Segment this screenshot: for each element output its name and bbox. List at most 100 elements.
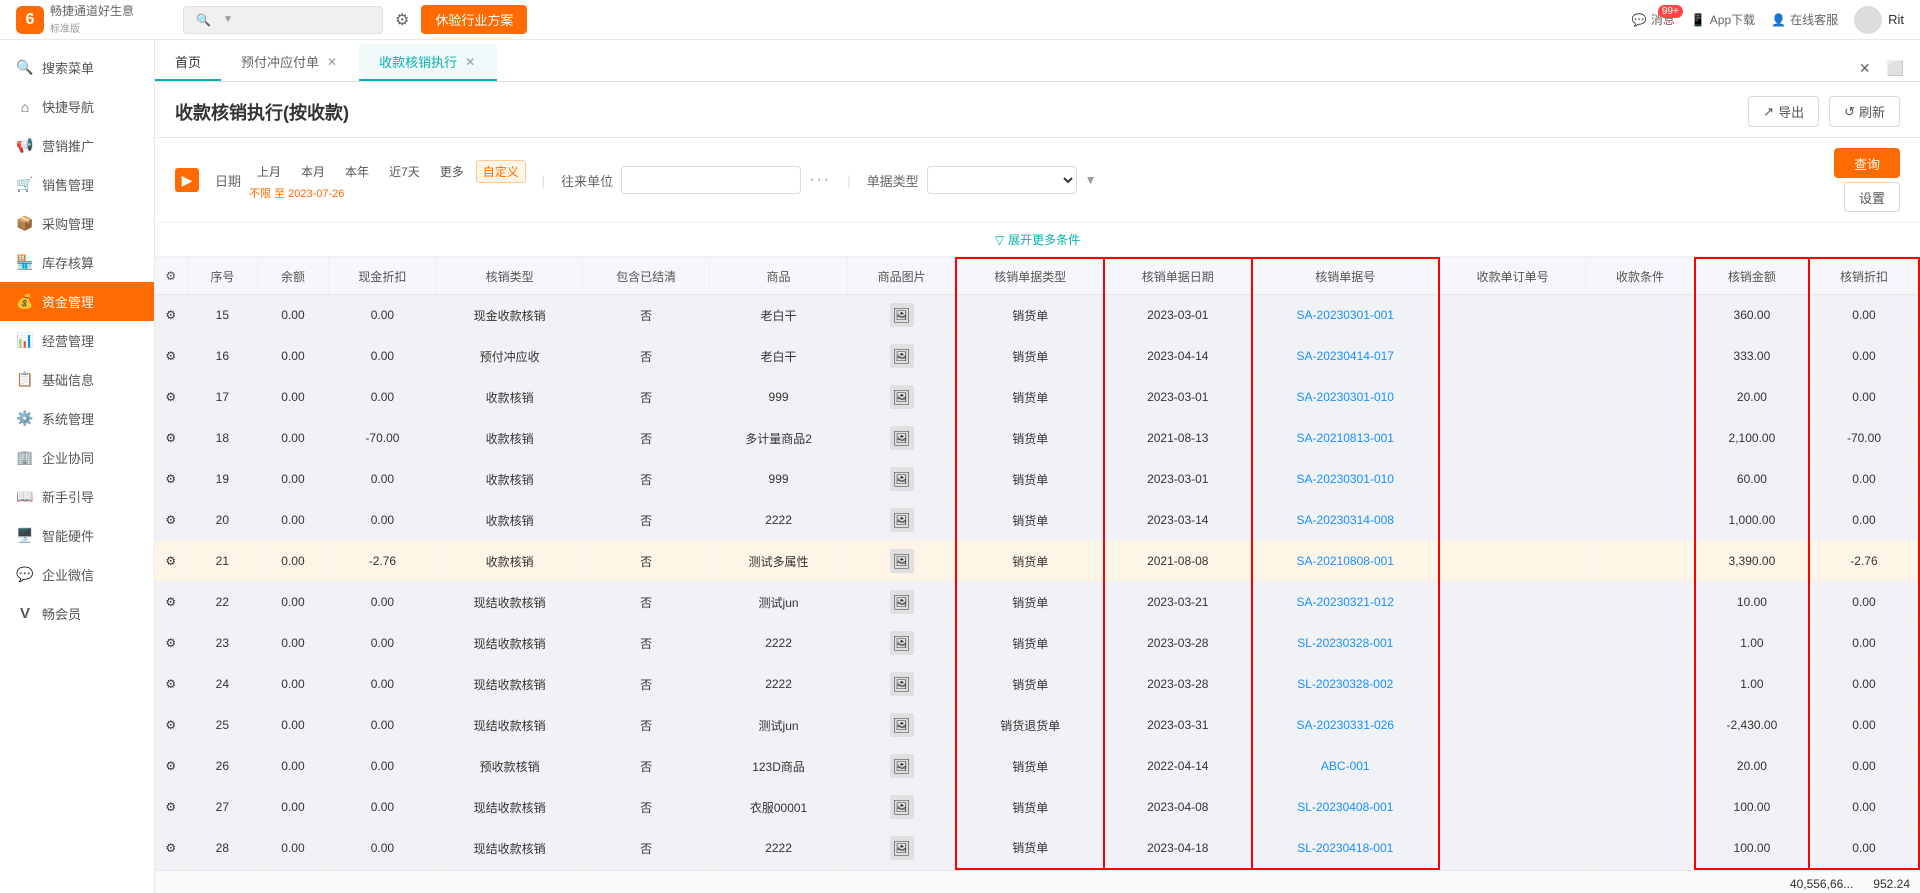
tab-home[interactable]: 首页 [155, 44, 221, 81]
industry-button[interactable]: 休验行业方案 [421, 5, 527, 34]
tab-receivable[interactable]: 收款核销执行 ✕ [359, 44, 497, 81]
sidebar-item-marketing[interactable]: 📢 营销推广 [0, 126, 154, 165]
doc-no-link[interactable]: SA-20230301-001 [1297, 308, 1394, 322]
doc-no-link[interactable]: SL-20230418-001 [1297, 841, 1393, 855]
doc-no-link[interactable]: SA-20230301-010 [1297, 390, 1394, 404]
message-button[interactable]: 💬 消息 99+ [1632, 11, 1675, 28]
export-button[interactable]: ↗ 导出 [1748, 96, 1819, 127]
verify-type-cell: 收款核销 [437, 500, 583, 541]
doc-no-link[interactable]: SA-20230301-010 [1297, 472, 1394, 486]
doc-no-link[interactable]: SA-20230314-008 [1297, 513, 1394, 527]
doc-no-link[interactable]: ABC-001 [1321, 759, 1370, 773]
gear-cell[interactable]: ⚙ [155, 828, 187, 869]
table-row: ⚙260.000.00预收款核销否123D商品🖼销货单2022-04-14ABC… [155, 746, 1919, 787]
sidebar-item-label: 企业微信 [42, 565, 94, 584]
doc-no-link[interactable]: SL-20230328-002 [1297, 677, 1393, 691]
period-this-year[interactable]: 本年 [337, 161, 377, 182]
goods-cell: 999 [710, 377, 848, 418]
receipt-cond-cell [1586, 377, 1695, 418]
col-doc-type: 核销单据类型 [956, 258, 1104, 295]
tab-close-all-icon[interactable]: ✕ [1855, 56, 1875, 81]
doc-no-link[interactable]: SA-20230321-012 [1297, 595, 1394, 609]
tab-receivable-close[interactable]: ✕ [463, 55, 477, 69]
sidebar-item-quicknav[interactable]: ⌂ 快捷导航 [0, 87, 154, 126]
settings-button[interactable]: 设置 [1844, 182, 1900, 212]
doc-no-link[interactable]: SL-20230328-001 [1297, 636, 1393, 650]
verify-type-cell: 现结收款核销 [437, 623, 583, 664]
gear-cell[interactable]: ⚙ [155, 623, 187, 664]
tab-maximize-icon[interactable]: ⬜ [1883, 56, 1908, 81]
expand-more-button[interactable]: ▽ 展开更多条件 [995, 227, 1080, 252]
cash-discount-cell: 0.00 [328, 828, 436, 869]
doc-no-link[interactable]: SA-20210813-001 [1297, 431, 1394, 445]
sidebar-item-system[interactable]: ⚙️ 系统管理 [0, 399, 154, 438]
sidebar-item-label: 基础信息 [42, 370, 94, 389]
goods-cell: 2222 [710, 500, 848, 541]
sidebar-item-ops[interactable]: 📊 经营管理 [0, 321, 154, 360]
tab-prepay[interactable]: 预付冲应付单 ✕ [221, 44, 359, 81]
user-area[interactable]: Rit [1854, 6, 1904, 34]
doc-no-link[interactable]: SA-20230331-026 [1297, 718, 1394, 732]
receipt-cond-cell [1586, 541, 1695, 582]
period-this-month[interactable]: 本月 [293, 161, 333, 182]
filter-expand-button[interactable]: ▶ [175, 168, 199, 192]
sidebar-item-basic[interactable]: 📋 基础信息 [0, 360, 154, 399]
gear-cell[interactable]: ⚙ [155, 541, 187, 582]
sidebar-item-guide[interactable]: 📖 新手引导 [0, 477, 154, 516]
sidebar-item-purchase[interactable]: 📦 采购管理 [0, 204, 154, 243]
search-bar[interactable]: 🔍 ▼ [183, 6, 383, 34]
partner-input[interactable] [621, 166, 801, 194]
gear-cell[interactable]: ⚙ [155, 746, 187, 787]
goods-img-cell: 🖼 [847, 828, 956, 869]
gear-cell[interactable]: ⚙ [155, 664, 187, 705]
gear-cell[interactable]: ⚙ [155, 705, 187, 746]
verify-amount-cell: -2,430.00 [1695, 705, 1809, 746]
receipt-order-no-cell [1439, 541, 1586, 582]
period-7-days[interactable]: 近7天 [381, 161, 428, 182]
settings-icon[interactable]: ⚙ [395, 10, 409, 30]
doc-no-link[interactable]: SL-20230408-001 [1297, 800, 1393, 814]
gear-cell[interactable]: ⚙ [155, 459, 187, 500]
message-icon: 💬 [1632, 13, 1647, 27]
doc-no-link[interactable]: SA-20210808-001 [1297, 554, 1394, 568]
online-service-link[interactable]: 👤 在线客服 [1771, 11, 1838, 28]
app-download-link[interactable]: 📱 App下载 [1691, 11, 1755, 28]
data-table-container[interactable]: ⚙ 序号 余额 现金折扣 核销类型 包含已结清 商品 商品图片 核销单据类型 核… [155, 257, 1920, 893]
included-settled-cell: 否 [583, 295, 710, 336]
sidebar-item-inventory[interactable]: 🏪 库存核算 [0, 243, 154, 282]
gear-cell[interactable]: ⚙ [155, 295, 187, 336]
search-button[interactable]: 查询 [1834, 148, 1900, 178]
gear-cell[interactable]: ⚙ [155, 377, 187, 418]
period-more[interactable]: 更多 [432, 161, 472, 182]
sidebar-item-corp[interactable]: 🏢 企业协同 [0, 438, 154, 477]
doc-no-link[interactable]: SA-20230414-017 [1297, 349, 1394, 363]
col-balance: 余额 [258, 258, 329, 295]
gear-cell[interactable]: ⚙ [155, 336, 187, 377]
tab-prepay-close[interactable]: ✕ [325, 55, 339, 69]
logo-icon: 6 [16, 6, 44, 34]
gear-cell[interactable]: ⚙ [155, 500, 187, 541]
col-seq: 序号 [187, 258, 258, 295]
col-gear[interactable]: ⚙ [155, 258, 187, 295]
sidebar-item-wechat[interactable]: 💬 企业微信 [0, 555, 154, 594]
sidebar-item-hardware[interactable]: 🖥️ 智能硬件 [0, 516, 154, 555]
sidebar-item-sales[interactable]: 🛒 销售管理 [0, 165, 154, 204]
refresh-button[interactable]: ↺ 刷新 [1829, 96, 1900, 127]
period-last-month[interactable]: 上月 [249, 161, 289, 182]
data-table: ⚙ 序号 余额 现金折扣 核销类型 包含已结清 商品 商品图片 核销单据类型 核… [155, 257, 1920, 870]
period-custom[interactable]: 自定义 [476, 160, 526, 183]
sidebar-item-vip[interactable]: V 畅会员 [0, 594, 154, 633]
doctype-select[interactable] [927, 166, 1077, 194]
doc-no-cell: SL-20230418-001 [1252, 828, 1439, 869]
sidebar-item-search[interactable]: 🔍 搜索菜单 [0, 48, 154, 87]
doc-type-cell: 销货单 [956, 623, 1104, 664]
gear-cell[interactable]: ⚙ [155, 787, 187, 828]
sidebar-item-finance[interactable]: 💰 资金管理 [0, 282, 154, 321]
receipt-cond-cell [1586, 705, 1695, 746]
partner-more-icon[interactable]: ··· [809, 171, 831, 189]
tab-bar: 首页 预付冲应付单 ✕ 收款核销执行 ✕ ✕ ⬜ [155, 40, 1920, 82]
filter-divider-2: | [847, 173, 850, 188]
gear-cell[interactable]: ⚙ [155, 582, 187, 623]
verify-discount-cell: -70.00 [1809, 418, 1919, 459]
gear-cell[interactable]: ⚙ [155, 418, 187, 459]
